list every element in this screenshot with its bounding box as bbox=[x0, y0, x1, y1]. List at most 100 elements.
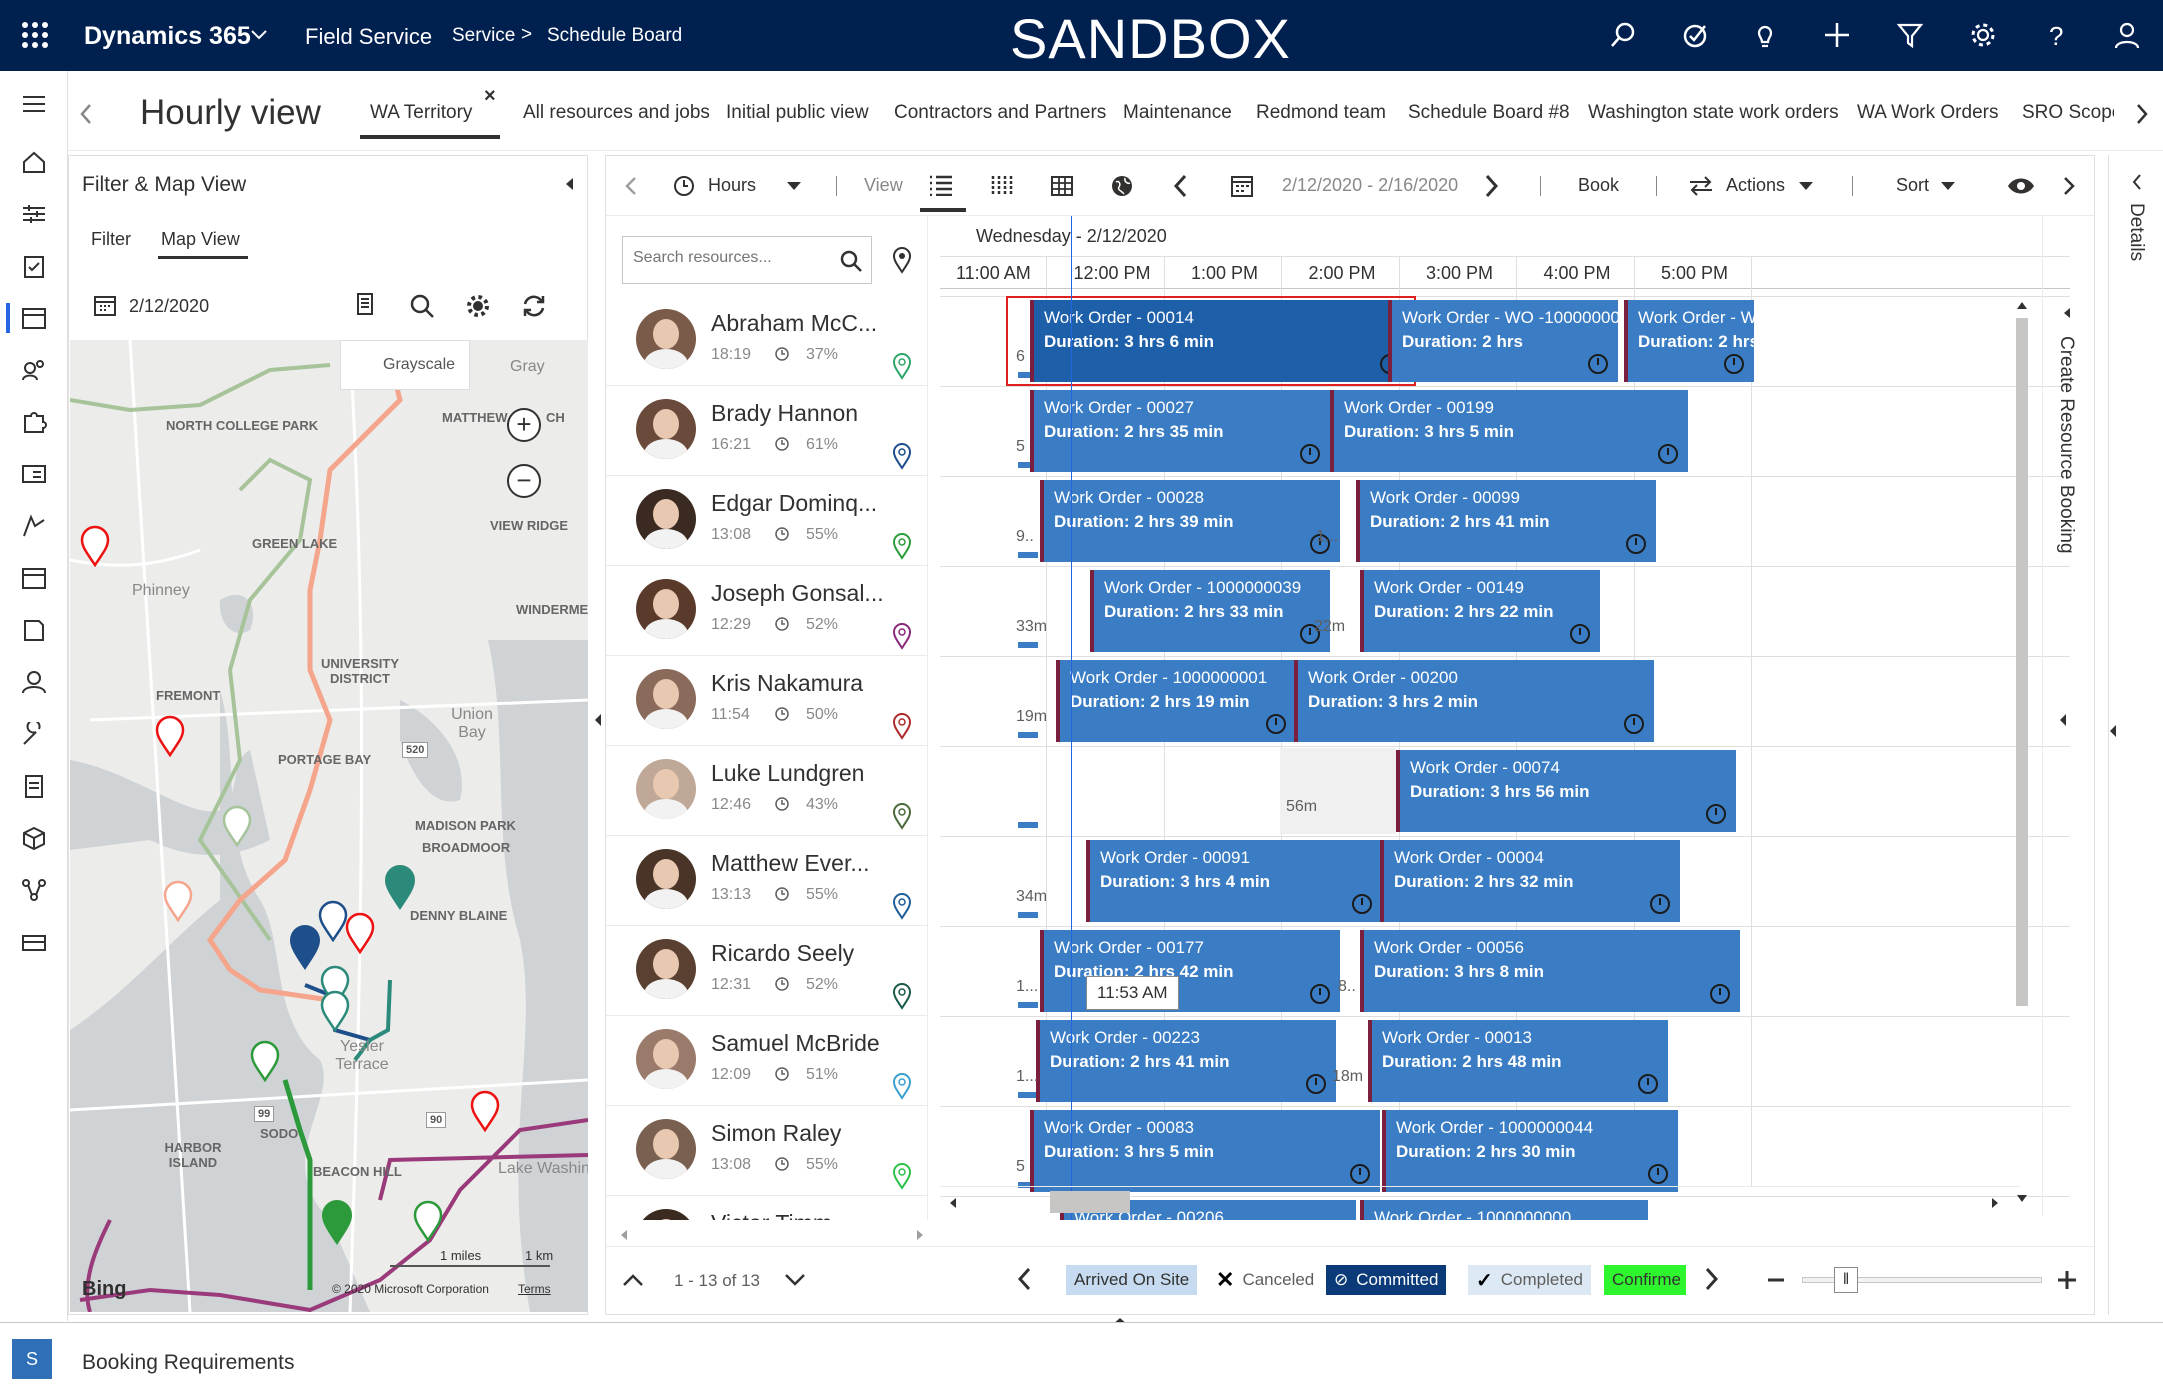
tab-initial-public-view[interactable]: Initial public view bbox=[726, 102, 869, 124]
schedule-icon[interactable] bbox=[0, 553, 68, 603]
location-pin-icon[interactable] bbox=[892, 802, 912, 835]
create-booking-side-panel[interactable]: Create Resource Booking bbox=[2042, 216, 2092, 1216]
resource-row[interactable]: Brady Hannon 16:21 61% bbox=[606, 386, 927, 476]
resource-row[interactable]: Edgar Dominq... 13:08 55% bbox=[606, 476, 927, 566]
refresh-icon[interactable] bbox=[521, 293, 547, 319]
search-icon[interactable] bbox=[409, 293, 435, 319]
tab-washington-state[interactable]: Washington state work orders bbox=[1588, 102, 1839, 124]
zoom-in-button[interactable]: + bbox=[507, 408, 541, 442]
booking-card[interactable]: Work Order - 00013 Duration: 2 hrs 48 min bbox=[1368, 1020, 1668, 1102]
zoom-out-button[interactable]: − bbox=[507, 464, 541, 498]
box-icon[interactable] bbox=[0, 813, 68, 863]
chevron-right-icon[interactable] bbox=[1484, 174, 1500, 198]
home-icon[interactable] bbox=[0, 137, 68, 187]
tab-filter[interactable]: Filter bbox=[91, 229, 131, 250]
map-style-toggle[interactable]: Grayscale bbox=[340, 340, 470, 390]
location-pin-icon[interactable] bbox=[892, 352, 912, 385]
booking-card[interactable]: Work Order - 00091 Duration: 3 hrs 4 min bbox=[1086, 840, 1382, 922]
chevron-left-icon[interactable] bbox=[78, 103, 94, 125]
booking-card[interactable]: Work Order - 1000000001 Duration: 2 hrs 1… bbox=[1056, 660, 1296, 742]
booking-card[interactable]: Work Order - 00099 Duration: 2 hrs 41 min bbox=[1356, 480, 1656, 562]
map-date[interactable]: 2/12/2020 bbox=[129, 296, 209, 317]
scroll-up-icon[interactable] bbox=[2016, 300, 2028, 310]
inventory-icon[interactable] bbox=[0, 917, 68, 967]
collapse-panel-icon[interactable] bbox=[563, 176, 575, 192]
gear-icon[interactable] bbox=[1966, 18, 2000, 52]
filter-icon[interactable] bbox=[1893, 18, 1927, 52]
booking-card[interactable]: Work Order - WO -1000000056 Duration: 2 h… bbox=[1388, 300, 1618, 382]
details-panel[interactable]: Details bbox=[2108, 155, 2163, 1315]
map-style-label[interactable]: Grayscale bbox=[383, 356, 455, 374]
settings-gear-icon[interactable] bbox=[465, 293, 491, 319]
breadcrumb-schedule-board[interactable]: Schedule Board bbox=[547, 25, 682, 47]
plus-icon[interactable] bbox=[1820, 18, 1854, 52]
task-check-icon[interactable] bbox=[1678, 18, 1712, 52]
brand-title[interactable]: Dynamics 365 bbox=[84, 22, 251, 51]
booking-card[interactable]: Work Order - W Duration: 2 hrs bbox=[1624, 300, 1754, 382]
globe-icon[interactable] bbox=[1110, 174, 1134, 198]
legend-prev-icon[interactable] bbox=[1016, 1267, 1032, 1291]
calendar-icon[interactable] bbox=[93, 294, 117, 318]
horizontal-scrollbar[interactable] bbox=[940, 1186, 2020, 1216]
resource-row[interactable]: Kris Nakamura 11:54 50% bbox=[606, 656, 927, 746]
terms-link[interactable]: Terms bbox=[518, 1282, 551, 1296]
app-launcher-icon[interactable] bbox=[22, 22, 48, 48]
chevron-right-icon[interactable] bbox=[2062, 176, 2076, 196]
dashboard-icon[interactable] bbox=[0, 189, 68, 239]
help-icon[interactable]: ? bbox=[2038, 18, 2072, 52]
route-icon[interactable] bbox=[0, 501, 68, 551]
hours-dropdown[interactable]: Hours bbox=[708, 175, 756, 196]
booking-card[interactable]: Work Order - 00004 Duration: 2 hrs 32 min bbox=[1380, 840, 1680, 922]
resource-name[interactable]: Simon Raley bbox=[711, 1120, 841, 1147]
chevron-down-icon[interactable] bbox=[1940, 181, 1956, 191]
clipboard-icon[interactable] bbox=[0, 241, 68, 291]
scroll-left-icon[interactable] bbox=[948, 1197, 958, 1209]
map-style-secondary[interactable]: Gray bbox=[510, 358, 545, 376]
calendar-icon[interactable] bbox=[1230, 174, 1254, 198]
chevron-left-icon[interactable] bbox=[624, 176, 638, 196]
location-pin-icon[interactable] bbox=[892, 712, 912, 745]
resource-name[interactable]: Samuel McBride bbox=[711, 1030, 880, 1057]
collapse-panel-icon[interactable] bbox=[2061, 306, 2073, 320]
user-icon[interactable] bbox=[2110, 18, 2144, 52]
scroll-right-icon[interactable] bbox=[914, 1228, 926, 1242]
resource-row[interactable]: Ricardo Seely 12:31 52% bbox=[606, 926, 927, 1016]
resource-row[interactable]: Abraham McC... 18:19 37% bbox=[606, 296, 927, 386]
collapse-details-icon[interactable] bbox=[2107, 723, 2119, 739]
resource-name[interactable]: Edgar Dominq... bbox=[711, 490, 877, 517]
tab-wa-territory[interactable]: WA Territory bbox=[370, 102, 472, 124]
booking-card[interactable]: Work Order - 00083 Duration: 3 hrs 5 min bbox=[1030, 1110, 1380, 1192]
search-icon[interactable] bbox=[839, 249, 863, 273]
resource-row[interactable]: Samuel McBride 12:09 51% bbox=[606, 1016, 927, 1106]
location-pin-icon[interactable] bbox=[892, 1072, 912, 1105]
tab-map-view[interactable]: Map View bbox=[161, 229, 240, 250]
vertical-scrollbar[interactable] bbox=[2012, 294, 2032, 1214]
location-pin-icon[interactable] bbox=[892, 246, 912, 274]
booking-requirements-label[interactable]: Booking Requirements bbox=[82, 1351, 294, 1375]
resource-name[interactable]: Kris Nakamura bbox=[711, 670, 863, 697]
chevron-right-icon[interactable] bbox=[2134, 103, 2150, 125]
people-icon[interactable] bbox=[0, 345, 68, 395]
booking-card[interactable]: Work Order - 1000000039 Duration: 2 hrs 3… bbox=[1090, 570, 1330, 652]
route-pin-icon[interactable] bbox=[354, 292, 376, 320]
list-view-icon[interactable] bbox=[928, 174, 954, 196]
sort-dropdown[interactable]: Sort bbox=[1896, 175, 1929, 196]
resource-name[interactable]: Luke Lundgren bbox=[711, 760, 864, 787]
notes-icon[interactable] bbox=[0, 605, 68, 655]
search-resources-field[interactable] bbox=[633, 249, 823, 267]
booking-card[interactable]: Work Order - 1000000044 Duration: 2 hrs 3… bbox=[1382, 1110, 1678, 1192]
person-icon[interactable] bbox=[0, 657, 68, 707]
tab-redmond-team[interactable]: Redmond team bbox=[1256, 102, 1386, 124]
scroll-left-icon[interactable] bbox=[618, 1228, 630, 1242]
resource-name[interactable]: Abraham McC... bbox=[711, 310, 877, 337]
booking-card[interactable]: Work Order - 00074 Duration: 3 hrs 56 min bbox=[1396, 750, 1736, 832]
booking-card[interactable]: Work Order - 00200 Duration: 3 hrs 2 min bbox=[1294, 660, 1654, 742]
search-resources-input[interactable] bbox=[622, 236, 872, 284]
chevron-up-icon[interactable] bbox=[622, 1273, 644, 1287]
scroll-thumb[interactable] bbox=[1050, 1191, 1130, 1213]
tab-all-resources[interactable]: All resources and jobs bbox=[523, 102, 710, 124]
resource-row[interactable]: Victor Timm bbox=[606, 1196, 927, 1220]
chevron-down-icon[interactable] bbox=[250, 28, 268, 42]
booking-card[interactable]: Work Order - 00199 Duration: 3 hrs 5 min bbox=[1330, 390, 1688, 472]
zoom-out-icon[interactable] bbox=[1766, 1273, 1786, 1287]
